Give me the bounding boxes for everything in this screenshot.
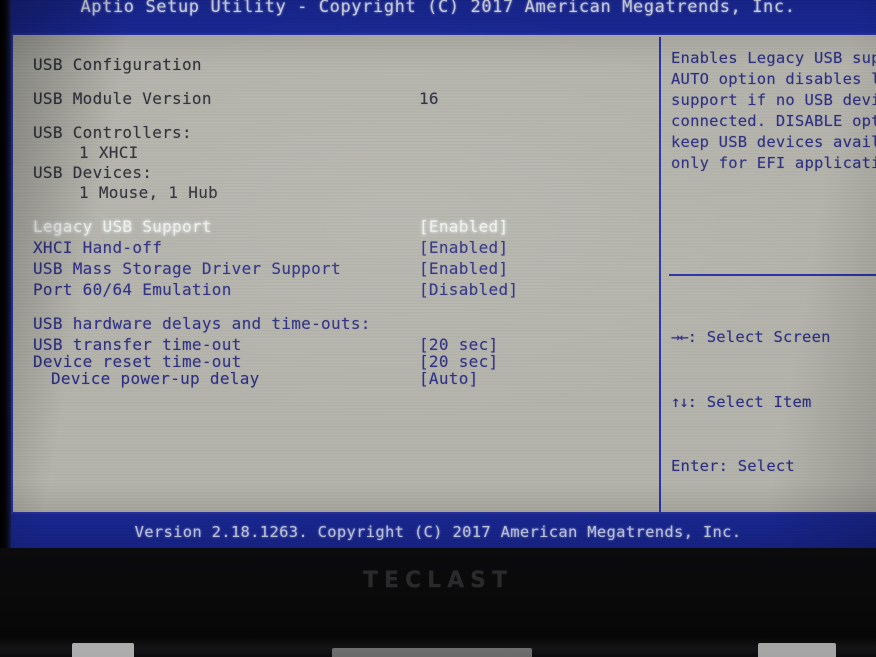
arrow-up-down-icon: ↑↓ (671, 392, 689, 411)
device-bezel: TECLAST (0, 548, 876, 657)
setting-label: Legacy USB Support (33, 217, 212, 236)
key-legend-row: →←: Select Screen (671, 327, 876, 349)
setting-label: Port 60/64 Emulation (33, 280, 232, 299)
key-legend-action: : Select Screen (687, 328, 831, 346)
version-text: Version 2.18.1263. Copyright (C) 2017 Am… (134, 523, 742, 541)
devices-value-row: 1 Mouse, 1 Hub (33, 183, 649, 203)
panel-vertical-divider (659, 37, 661, 514)
section-title: USB Configuration (33, 55, 202, 74)
setting-row-device-power-up-delay[interactable]: Device power-up delay [Auto] (33, 369, 649, 389)
footer-bar: Version 2.18.1263. Copyright (C) 2017 Am… (0, 518, 876, 548)
keyboard-key (72, 643, 134, 657)
arrow-left-right-icon: →← (671, 328, 689, 346)
key-legend-row: ↑↓: Select Item (671, 392, 876, 414)
setting-value[interactable]: [Enabled] (419, 238, 508, 258)
bios-display: Aptio Setup Utility - Copyright (C) 2017… (0, 0, 876, 548)
setting-row-xhci-hand-off[interactable]: XHCI Hand-off [Enabled] (33, 238, 649, 258)
setting-label: XHCI Hand-off (33, 238, 163, 257)
controllers-value: 1 XHCI (79, 143, 139, 162)
content-panel: USB Configuration USB Module Version 16 … (11, 33, 876, 514)
setting-value[interactable]: [Enabled] (419, 217, 508, 237)
page-title: Aptio Setup Utility - Copyright (C) 2017… (80, 0, 796, 17)
devices-value: 1 Mouse, 1 Hub (79, 183, 219, 202)
setting-row-port-60-64-emulation[interactable]: Port 60/64 Emulation [Disabled] (33, 280, 649, 300)
delays-header: USB hardware delays and time-outs: (33, 314, 371, 333)
setting-row-legacy-usb-support[interactable]: Legacy USB Support [Enabled] (33, 217, 649, 237)
screen-left-edge (0, 0, 11, 548)
setting-row-usb-mass-storage-driver-support[interactable]: USB Mass Storage Driver Support [Enabled… (33, 259, 649, 279)
help-keys-divider (669, 274, 876, 276)
key-legend-action: : Select Item (687, 392, 812, 411)
bios-screen-photo: Aptio Setup Utility - Copyright (C) 2017… (0, 0, 876, 657)
content-panel-inner: USB Configuration USB Module Version 16 … (15, 37, 876, 514)
controllers-value-row: 1 XHCI (33, 143, 649, 163)
settings-list: USB Configuration USB Module Version 16 … (15, 37, 659, 514)
setting-label: Device power-up delay (51, 369, 260, 388)
devices-header-row: USB Devices: (33, 163, 649, 183)
keyboard-key (332, 648, 532, 657)
key-legend: →←: Select Screen ↑↓: Select Item Enter:… (671, 284, 876, 514)
info-label: USB Module Version (33, 89, 212, 108)
setting-value[interactable]: [Auto] (419, 369, 479, 389)
key-legend-action: : Select (718, 457, 795, 475)
delays-header-row: USB hardware delays and time-outs: (33, 314, 649, 334)
setting-value[interactable]: [Disabled] (419, 280, 518, 300)
key-enter: Enter (671, 457, 719, 475)
controllers-header-row: USB Controllers: (33, 123, 649, 143)
keyboard-edge (0, 637, 876, 657)
help-panel: Enables Legacy USB sup AUTO option disab… (661, 37, 876, 514)
info-row-usb-module-version: USB Module Version 16 (33, 89, 649, 109)
help-text: Enables Legacy USB sup AUTO option disab… (671, 49, 876, 172)
section-title-row: USB Configuration (33, 55, 649, 75)
key-legend-row: Enter: Select (671, 456, 876, 478)
keyboard-key (758, 643, 836, 657)
controllers-header: USB Controllers: (33, 123, 192, 142)
setting-label: USB Mass Storage Driver Support (33, 259, 341, 278)
brand-logo: TECLAST (362, 568, 514, 593)
info-value: 16 (419, 89, 439, 108)
setting-value[interactable]: [Enabled] (419, 259, 508, 279)
devices-header: USB Devices: (33, 163, 153, 182)
title-bar: Aptio Setup Utility - Copyright (C) 2017… (0, 0, 876, 36)
